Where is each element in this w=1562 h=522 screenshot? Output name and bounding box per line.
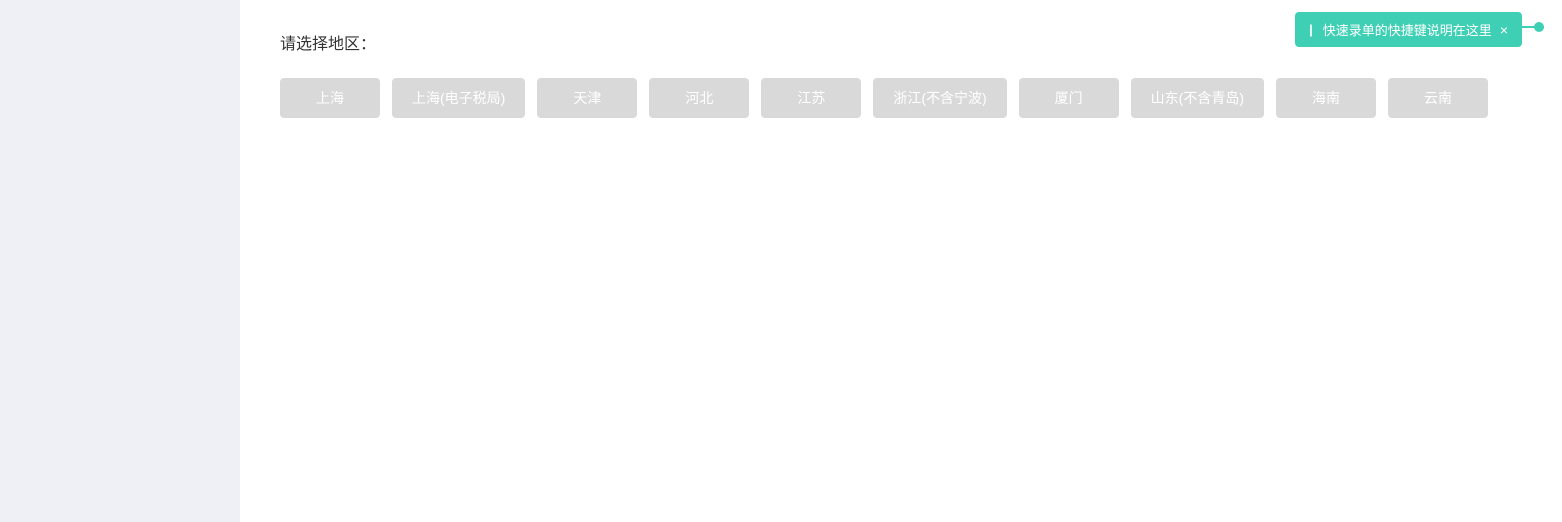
region-button-zhejiang[interactable]: 浙江(不含宁波) [873,78,1006,118]
region-button-hebei[interactable]: 河北 [649,78,749,118]
tooltip-text: 快速录单的快捷键说明在这里 [1323,20,1492,39]
tooltip-banner: 快速录单的快捷键说明在这里 × [1295,12,1522,47]
sidebar [0,0,240,522]
tooltip-close-button[interactable]: × [1500,22,1508,38]
region-buttons: 上海上海(电子税局) 天津河北江苏浙江(不含宁波) 厦门山东(不含青岛) 海南云南 [280,78,1522,118]
region-button-tianjin[interactable]: 天津 [537,78,637,118]
tooltip-dot [1534,22,1544,32]
main-content: 请选择地区： 上海上海(电子税局)天津河北江苏浙江(不含宁波)厦门山东(不含青岛… [240,0,1562,522]
region-button-xiamen[interactable]: 厦门 [1019,78,1119,118]
region-button-hainan[interactable]: 海南 [1276,78,1376,118]
region-button-shanghai[interactable]: 上海 [280,78,380,118]
region-button-shandong[interactable]: 山东(不含青岛) [1131,78,1264,118]
region-button-yunnan[interactable]: 云南 [1388,78,1488,118]
region-button-shanghai-etax[interactable]: 上海(电子税局) [392,78,525,118]
region-button-jiangsu[interactable]: 江苏 [761,78,861,118]
